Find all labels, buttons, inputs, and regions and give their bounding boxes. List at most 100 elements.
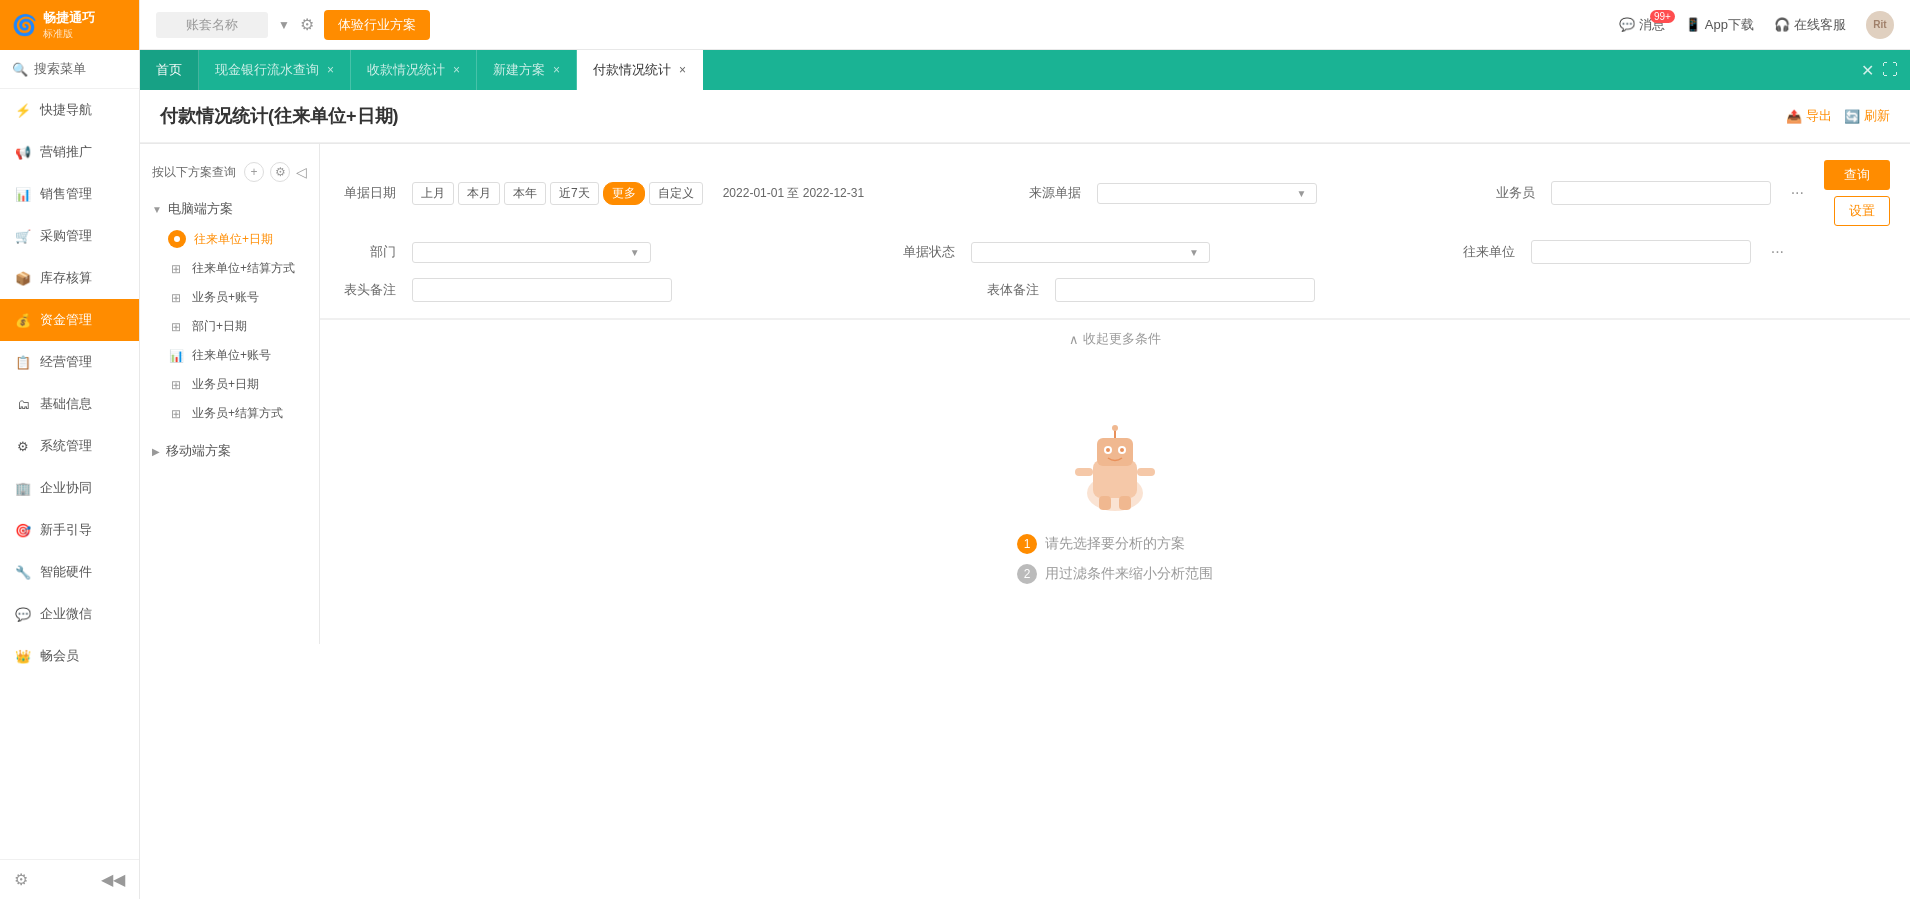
header-note-input[interactable]	[412, 278, 672, 302]
footer-settings-icon[interactable]: ⚙	[14, 870, 28, 889]
scheme-sidebar-title: 按以下方案查询	[152, 164, 236, 181]
date-btn-this-month[interactable]: 本月	[458, 182, 500, 205]
scheme-group-desktop: ▼ 电脑端方案 往来单位+日期 ⊞ 往来单位+结算方式 ⊞	[140, 190, 319, 432]
source-select[interactable]: ▼	[1097, 183, 1317, 204]
refresh-btn[interactable]: 🔄 刷新	[1844, 107, 1890, 125]
export-btn[interactable]: 📤 导出	[1786, 107, 1832, 125]
date-btn-custom[interactable]: 自定义	[649, 182, 703, 205]
scheme-table-icon3: ⊞	[168, 319, 184, 335]
date-btn-more[interactable]: 更多	[603, 182, 645, 205]
app-download-btn[interactable]: 📱 App下载	[1685, 16, 1754, 34]
query-btn[interactable]: 查询	[1824, 160, 1890, 190]
sidebar: 🌀 畅捷通巧 标准版 🔍 搜索菜单 ⚡ 快捷导航 📢 营销推广 📊 销售管理 🛒…	[0, 0, 140, 899]
tab-maximize-icon[interactable]: ⛶	[1882, 61, 1898, 79]
member-icon: 👑	[14, 647, 32, 665]
filter-row-3: 表头备注 表体备注	[340, 278, 1890, 302]
scheme-item-label: 部门+日期	[192, 318, 247, 335]
sidebar-item-system[interactable]: ⚙ 系统管理	[0, 425, 139, 467]
logo-text: 畅捷通巧	[43, 9, 95, 27]
scheme-item-unit-payment[interactable]: ⊞ 往来单位+结算方式	[140, 254, 319, 283]
sidebar-item-operation[interactable]: 📋 经营管理	[0, 341, 139, 383]
filter-area: 单据日期 上月 本月 本年 近7天 更多 自定义 2022-01-01 至 20…	[320, 144, 1910, 319]
scheme-item-label: 业务员+日期	[192, 376, 259, 393]
tab-close-all-icon[interactable]: ✕	[1861, 61, 1874, 80]
source-chevron-icon: ▼	[1296, 188, 1306, 199]
scheme-item-dept-date[interactable]: ⊞ 部门+日期	[140, 312, 319, 341]
scheme-settings-btn[interactable]: ⚙	[270, 162, 290, 182]
sidebar-item-quick-nav[interactable]: ⚡ 快捷导航	[0, 89, 139, 131]
sidebar-item-wechat[interactable]: 💬 企业微信	[0, 593, 139, 635]
tab-new-scheme-label: 新建方案	[493, 61, 545, 79]
collapse-conditions-btn[interactable]: ∧ 收起更多条件	[1069, 330, 1161, 348]
account-dropdown-icon[interactable]: ▼	[278, 18, 290, 32]
scheme-group-mobile-header[interactable]: ▶ 移动端方案	[140, 436, 319, 466]
export-label: 导出	[1806, 107, 1832, 125]
filter-row-1: 单据日期 上月 本月 本年 近7天 更多 自定义 2022-01-01 至 20…	[340, 160, 1890, 226]
tab-payment-stat-label: 付款情况统计	[593, 61, 671, 79]
trial-btn[interactable]: 体验行业方案	[324, 10, 430, 40]
svg-point-6	[1120, 448, 1124, 452]
tab-payment-stat[interactable]: 付款情况统计 ×	[577, 50, 703, 90]
scheme-item-salesperson-date[interactable]: ⊞ 业务员+日期	[140, 370, 319, 399]
sidebar-item-hardware[interactable]: 🔧 智能硬件	[0, 551, 139, 593]
date-btn-7days[interactable]: 近7天	[550, 182, 599, 205]
tab-receipt-close[interactable]: ×	[453, 63, 460, 77]
settings-btn[interactable]: 设置	[1834, 196, 1890, 226]
hardware-icon: 🔧	[14, 563, 32, 581]
filter-row-2: 部门 ▼ 单据状态 ▼ 往来单位	[340, 240, 1890, 264]
desktop-group-label: 电脑端方案	[168, 200, 233, 218]
sidebar-item-basic-info[interactable]: 🗂 基础信息	[0, 383, 139, 425]
sidebar-item-enterprise[interactable]: 🏢 企业协同	[0, 467, 139, 509]
body-note-input[interactable]	[1055, 278, 1315, 302]
scheme-add-btn[interactable]: +	[244, 162, 264, 182]
footer-collapse-icon[interactable]: ◀◀	[101, 870, 125, 889]
date-btn-this-year[interactable]: 本年	[504, 182, 546, 205]
tab-receipt[interactable]: 收款情况统计 ×	[351, 50, 477, 90]
tab-payment-stat-close[interactable]: ×	[679, 63, 686, 77]
salesperson-dots[interactable]: ···	[1787, 184, 1808, 202]
filter-actions: 查询 设置	[1824, 160, 1890, 226]
dept-select[interactable]: ▼	[412, 242, 651, 263]
service-btn[interactable]: 🎧 在线客服	[1774, 16, 1846, 34]
header-left: 账套名称 ▼ ⚙ 体验行业方案	[156, 10, 430, 40]
notice-btn[interactable]: 💬 消息 99+	[1619, 16, 1665, 34]
tab-bank-label: 现金银行流水查询	[215, 61, 319, 79]
mobile-group-arrow-icon: ▶	[152, 446, 160, 457]
tab-home[interactable]: 首页	[140, 50, 199, 90]
tab-home-label: 首页	[156, 61, 182, 79]
logo-sub: 标准版	[43, 27, 95, 41]
scheme-item-salesperson-payment[interactable]: ⊞ 业务员+结算方式	[140, 399, 319, 428]
counterpart-dots[interactable]: ···	[1767, 243, 1788, 261]
svg-rect-2	[1097, 438, 1133, 466]
tab-new-scheme-close[interactable]: ×	[553, 63, 560, 77]
user-avatar[interactable]: Rit	[1866, 11, 1894, 39]
svg-rect-11	[1099, 496, 1111, 510]
sidebar-search[interactable]: 🔍 搜索菜单	[0, 50, 139, 89]
content-with-sidebar: 按以下方案查询 + ⚙ ◁ ▼ 电脑端方案	[140, 143, 1910, 644]
sidebar-item-marketing[interactable]: 📢 营销推广	[0, 131, 139, 173]
tab-bank-close[interactable]: ×	[327, 63, 334, 77]
date-btn-last-month[interactable]: 上月	[412, 182, 454, 205]
scheme-item-date-unit[interactable]: 往来单位+日期	[140, 224, 319, 254]
sidebar-item-purchase[interactable]: 🛒 采购管理	[0, 215, 139, 257]
desktop-group-arrow-icon: ▼	[152, 204, 162, 215]
sidebar-item-member[interactable]: 👑 畅会员	[0, 635, 139, 677]
scheme-collapse-icon[interactable]: ◁	[296, 164, 307, 180]
counterpart-input[interactable]	[1531, 240, 1751, 264]
settings-gear-icon[interactable]: ⚙	[300, 15, 314, 34]
quick-nav-icon: ⚡	[14, 101, 32, 119]
scheme-group-desktop-header[interactable]: ▼ 电脑端方案	[140, 194, 319, 224]
salesperson-input[interactable]	[1551, 181, 1771, 205]
sidebar-item-funds[interactable]: 💰 资金管理	[0, 299, 139, 341]
sidebar-item-guide[interactable]: 🎯 新手引导	[0, 509, 139, 551]
sidebar-item-sales[interactable]: 📊 销售管理	[0, 173, 139, 215]
sidebar-item-inventory[interactable]: 📦 库存核算	[0, 257, 139, 299]
header-note-label: 表头备注	[340, 281, 396, 299]
tab-bank[interactable]: 现金银行流水查询 ×	[199, 50, 351, 90]
scheme-item-unit-account[interactable]: 📊 往来单位+账号	[140, 341, 319, 370]
doc-status-select[interactable]: ▼	[971, 242, 1210, 263]
scheme-item-salesperson-account[interactable]: ⊞ 业务员+账号	[140, 283, 319, 312]
date-range: 2022-01-01 至 2022-12-31	[723, 185, 864, 202]
svg-point-8	[1112, 425, 1118, 431]
tab-new-scheme[interactable]: 新建方案 ×	[477, 50, 577, 90]
